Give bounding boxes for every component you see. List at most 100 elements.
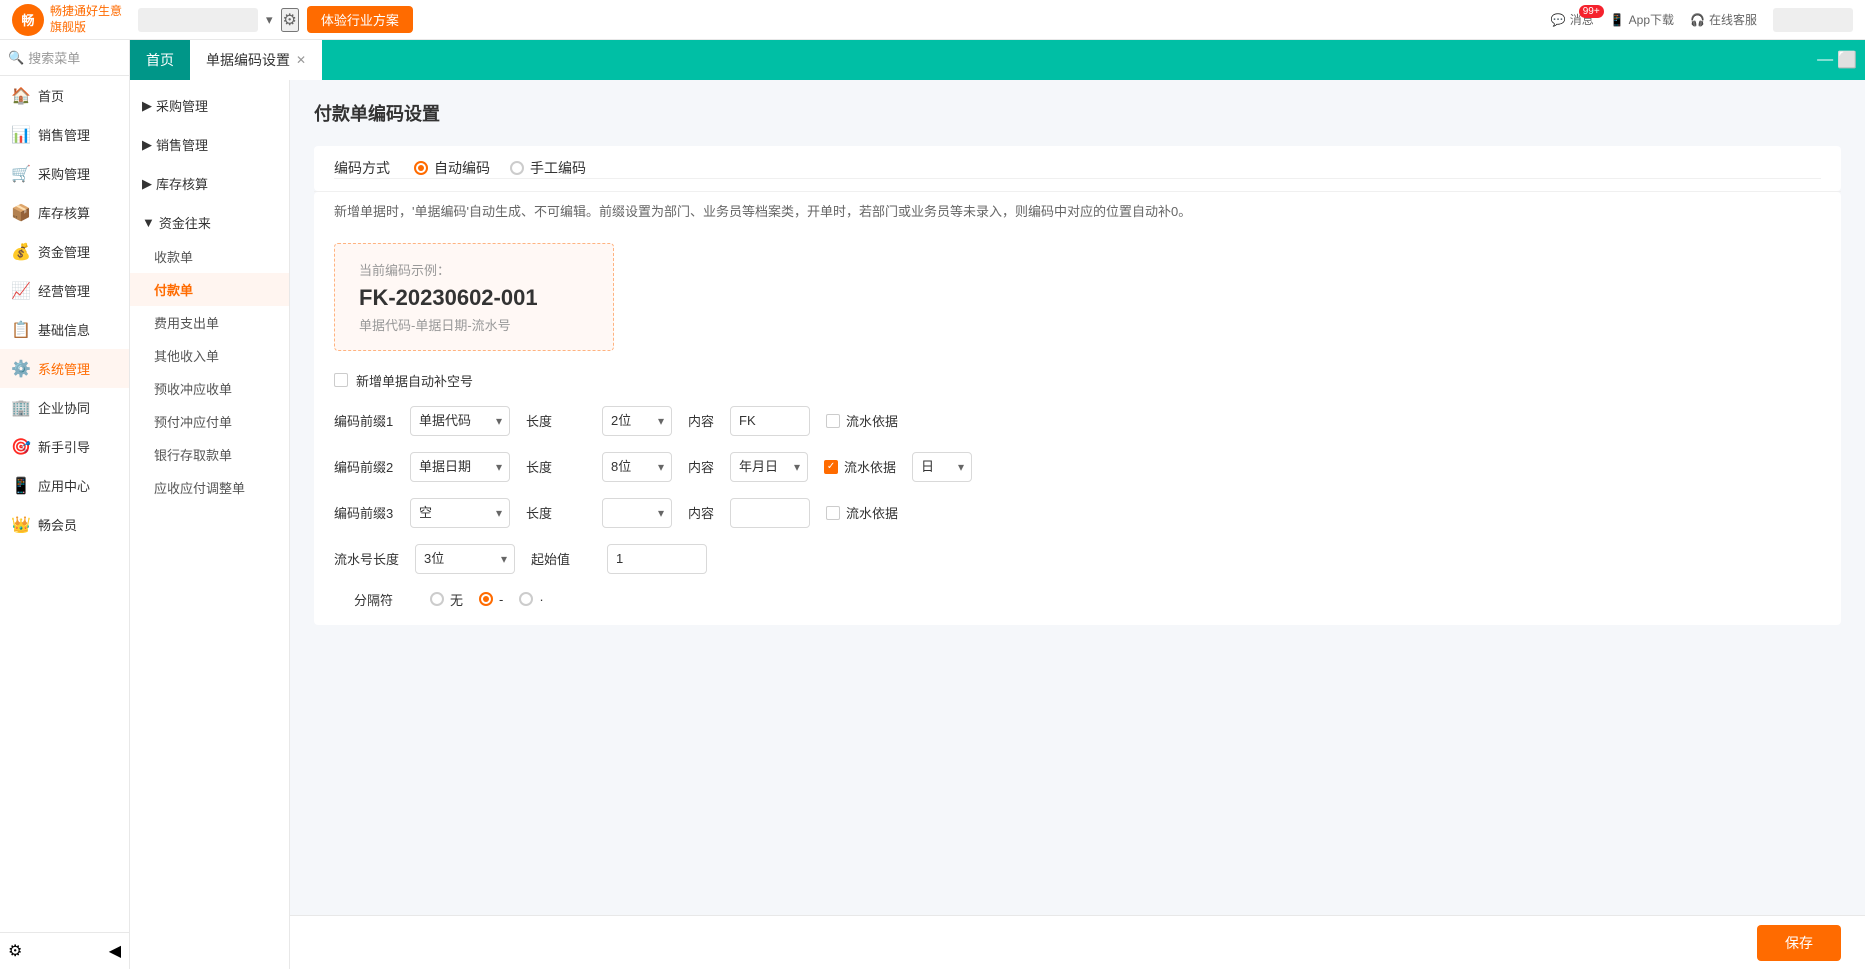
settings-footer-icon[interactable]: ⚙	[8, 941, 22, 961]
save-button[interactable]: 保存	[1757, 925, 1841, 961]
serial-len-select[interactable]: 3位 4位 5位	[415, 544, 515, 574]
sidebar-item-operations[interactable]: 📈 经营管理	[0, 271, 129, 310]
sub-item-ar-ap-adjust[interactable]: 应收应付调整单	[130, 471, 289, 504]
sidebar-item-label: 企业协同	[38, 398, 90, 417]
enterprise-icon: 🏢	[12, 399, 30, 417]
logo-icon: 畅	[12, 4, 44, 36]
tab-home[interactable]: 首页	[130, 40, 190, 80]
nav-dropdown[interactable]: ▾	[266, 12, 273, 28]
collapse-icon[interactable]: ◀	[109, 941, 121, 961]
content3-input[interactable]	[730, 498, 810, 528]
sub-item-bank-deposit[interactable]: 银行存取款单	[130, 438, 289, 471]
industry-solution-button[interactable]: 体验行业方案	[307, 6, 413, 33]
sidebar-item-label: 资金管理	[38, 242, 90, 261]
content1-input[interactable]	[730, 406, 810, 436]
sub-item-payment[interactable]: 付款单	[130, 273, 289, 306]
app-download-button[interactable]: 📱 App下载	[1610, 11, 1674, 28]
main-panel: 付款单编码设置 编码方式 自动编码	[290, 80, 1865, 969]
system-icon: ⚙️	[12, 360, 30, 378]
waterflow3-checkbox[interactable]	[826, 506, 840, 520]
manual-code-radio-dot	[510, 161, 524, 175]
content2-select[interactable]: 年月日	[730, 452, 808, 482]
user-avatar[interactable]	[1773, 8, 1853, 32]
sidebar-item-enterprise[interactable]: 🏢 企业协同	[0, 388, 129, 427]
sidebar-nav: 🏠 首页 📊 销售管理 🛒 采购管理 📦 库存核算 💰 资金管理 📈 经	[0, 76, 129, 932]
sidebar-item-basic[interactable]: 📋 基础信息	[0, 310, 129, 349]
day-select[interactable]: 日 月 年	[912, 452, 972, 482]
tab-maximize-button[interactable]: ⬜	[1837, 50, 1857, 70]
auto-code-label: 自动编码	[434, 158, 490, 178]
example-label: 当前编码示例：	[359, 260, 589, 279]
prefix1-label: 编码前缀1	[334, 411, 394, 430]
sub-item-prepaid-receivable[interactable]: 预收冲应收单	[130, 372, 289, 405]
tab-close-icon[interactable]: ✕	[296, 53, 306, 67]
waterflow2-checkbox[interactable]: ✓	[824, 460, 838, 474]
sidebar-item-newguide[interactable]: 🎯 新手引导	[0, 427, 129, 466]
sales-icon: 📊	[12, 126, 30, 144]
waterflow1-wrapper: 流水依据	[826, 411, 898, 430]
prefix3-label: 编码前缀3	[334, 503, 394, 522]
sub-group-finance: ▼ 资金往来 收款单 付款单 费用支出单 其他收入单 预收冲应收单 预付冲应付单…	[130, 205, 289, 504]
sidebar-item-label: 畅会员	[38, 515, 77, 534]
sep-none-radio	[430, 592, 444, 606]
prefix2-row: 编码前缀2 单据日期 长度 8位	[334, 452, 1821, 482]
search-icon: 🔍	[8, 50, 24, 66]
sep-none-option[interactable]: 无	[430, 590, 463, 609]
start-val-label: 起始值	[531, 549, 591, 568]
waterflow1-checkbox[interactable]	[826, 414, 840, 428]
prefix1-select[interactable]: 单据代码	[410, 406, 510, 436]
company-selector[interactable]	[138, 8, 258, 32]
content2-select-wrapper: 年月日	[730, 452, 808, 482]
sub-item-receipt[interactable]: 收款单	[130, 240, 289, 273]
message-button[interactable]: 💬 消息 99+	[1551, 11, 1594, 28]
sep-dash-radio	[479, 592, 493, 606]
auto-fill-checkbox[interactable]	[334, 373, 348, 387]
sub-group-purchase-title[interactable]: ▶ 采购管理	[130, 88, 289, 123]
logo-text: 畅捷通好生意 旗舰版	[50, 4, 122, 35]
tab-coding[interactable]: 单据编码设置 ✕	[190, 40, 322, 80]
prefix3-select[interactable]: 空	[410, 498, 510, 528]
length1-select[interactable]: 2位	[602, 406, 672, 436]
sub-item-expense[interactable]: 费用支出单	[130, 306, 289, 339]
sidebar-item-inventory[interactable]: 📦 库存核算	[0, 193, 129, 232]
search-menu-button[interactable]: 🔍 搜索菜单	[0, 40, 129, 76]
manual-code-radio[interactable]: 手工编码	[510, 158, 586, 178]
auto-fill-label: 新增单据自动补空号	[356, 371, 473, 390]
sidebar-item-home[interactable]: 🏠 首页	[0, 76, 129, 115]
sub-group-inventory-title[interactable]: ▶ 库存核算	[130, 166, 289, 201]
sub-item-other-income[interactable]: 其他收入单	[130, 339, 289, 372]
length3-select[interactable]	[602, 498, 672, 528]
length2-label: 长度	[526, 457, 586, 476]
waterflow2-wrapper: ✓ 流水依据	[824, 457, 896, 476]
sidebar-item-sales[interactable]: 📊 销售管理	[0, 115, 129, 154]
length1-label: 长度	[526, 411, 586, 430]
start-val-input[interactable]	[607, 544, 707, 574]
sep-dot-option[interactable]: ·	[519, 592, 543, 607]
prefix3-select-wrapper: 空	[410, 498, 510, 528]
separator-options: 无 - ·	[430, 590, 544, 609]
bottom-bar: 保存	[290, 915, 1865, 969]
sub-group-sales-title[interactable]: ▶ 销售管理	[130, 127, 289, 162]
sidebar-item-finance[interactable]: 💰 资金管理	[0, 232, 129, 271]
auto-code-radio-dot	[414, 161, 428, 175]
length2-select[interactable]: 8位	[602, 452, 672, 482]
coding-method-radio-group: 自动编码 手工编码	[414, 158, 586, 178]
online-service-button[interactable]: 🎧 在线客服	[1690, 11, 1757, 28]
sidebar-item-purchase[interactable]: 🛒 采购管理	[0, 154, 129, 193]
sub-group-finance-title[interactable]: ▼ 资金往来	[130, 205, 289, 240]
tab-minimize-button[interactable]: —	[1817, 51, 1833, 69]
sep-dash-label: -	[499, 592, 503, 607]
sub-sidebar: ▶ 采购管理 ▶ 销售管理 ▶ 库存核算	[130, 80, 290, 969]
sub-group-sales: ▶ 销售管理	[130, 127, 289, 162]
settings-icon[interactable]: ⚙	[281, 8, 299, 32]
separator-row: 分隔符 无 -	[334, 590, 1821, 625]
sidebar-item-appcenter[interactable]: 📱 应用中心	[0, 466, 129, 505]
prefix2-select[interactable]: 单据日期	[410, 452, 510, 482]
auto-code-radio[interactable]: 自动编码	[414, 158, 490, 178]
example-code: FK-20230602-001	[359, 285, 589, 311]
sidebar-item-member[interactable]: 👑 畅会员	[0, 505, 129, 544]
sidebar: 🔍 搜索菜单 🏠 首页 📊 销售管理 🛒 采购管理 📦 库存核算 💰	[0, 40, 130, 969]
sub-item-prepaid-payable[interactable]: 预付冲应付单	[130, 405, 289, 438]
sidebar-item-system[interactable]: ⚙️ 系统管理	[0, 349, 129, 388]
sep-dash-option[interactable]: -	[479, 592, 503, 607]
